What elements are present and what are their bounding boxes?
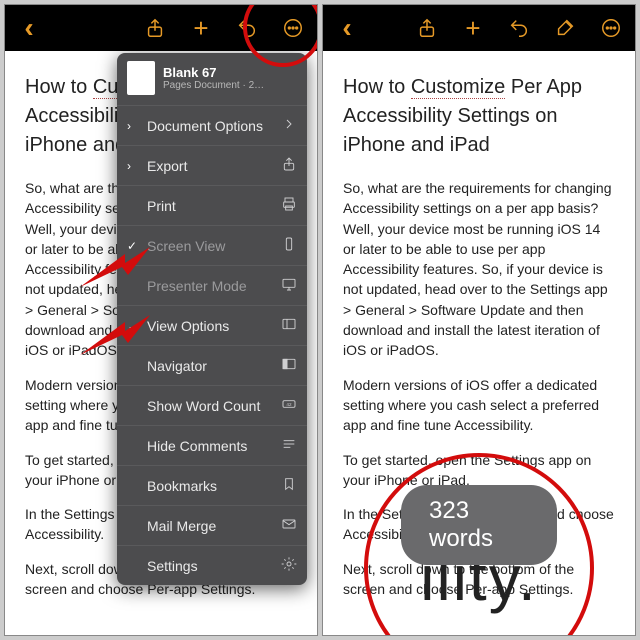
share-icon: [416, 17, 438, 39]
menu-item-label: View Options: [147, 318, 229, 334]
menu-item-view-options[interactable]: ⌄View Options: [117, 305, 307, 345]
panel-icon: [281, 316, 297, 335]
brush-icon: [554, 17, 576, 39]
presenter-icon: [281, 276, 297, 295]
menu-item-label: Export: [147, 158, 187, 174]
bookmark-icon: [281, 476, 297, 495]
menu-item-show-word-count[interactable]: Show Word Count 42: [117, 385, 307, 425]
share-button[interactable]: [141, 14, 169, 42]
more-icon: [600, 17, 622, 39]
svg-text:42: 42: [286, 402, 292, 407]
menu-doc-title: Blank 67: [163, 65, 264, 80]
menu-item-label: Print: [147, 198, 176, 214]
menu-doc-subtitle: Pages Document · 2…: [163, 80, 264, 91]
menu-item-label: Bookmarks: [147, 478, 217, 494]
mail-icon: [281, 516, 297, 535]
menu-item-print[interactable]: Print: [117, 185, 307, 225]
printer-icon: [281, 196, 297, 215]
add-button[interactable]: +: [187, 14, 215, 42]
menu-item-label: Presenter Mode: [147, 278, 247, 294]
menu-item-presenter-mode[interactable]: Presenter Mode: [117, 265, 307, 305]
menu-item-label: Settings: [147, 558, 198, 574]
menu-item-label: Mail Merge: [147, 518, 216, 534]
document-thumbnail: [127, 61, 155, 95]
counter-icon: 42: [281, 396, 297, 415]
menu-item-export[interactable]: ›Export: [117, 145, 307, 185]
more-button[interactable]: [279, 14, 307, 42]
document-menu: Blank 67 Pages Document · 2… ›Document O…: [117, 53, 307, 585]
undo-icon: [508, 17, 530, 39]
toolbar: ‹ +: [5, 5, 317, 51]
back-button[interactable]: ‹: [333, 14, 361, 42]
right-screenshot: ‹ + How to Customize Per App Accessibili…: [322, 4, 636, 636]
menu-item-label: Navigator: [147, 358, 207, 374]
undo-icon: [236, 17, 258, 39]
menu-item-bookmarks[interactable]: Bookmarks: [117, 465, 307, 505]
menu-item-settings[interactable]: Settings: [117, 545, 307, 585]
menu-item-document-options[interactable]: ›Document Options: [117, 105, 307, 145]
word-count-pill[interactable]: 323 words: [401, 485, 557, 565]
comments-icon: [281, 436, 297, 455]
toolbar: ‹ +: [323, 5, 635, 51]
more-button[interactable]: [597, 14, 625, 42]
menu-item-navigator[interactable]: Navigator: [117, 345, 307, 385]
phone-icon: [281, 236, 297, 255]
menu-item-label: Document Options: [147, 118, 263, 134]
add-button[interactable]: +: [459, 14, 487, 42]
menu-header: Blank 67 Pages Document · 2…: [117, 53, 307, 105]
share-icon: [144, 17, 166, 39]
paragraph: So, what are the requirements for changi…: [343, 178, 615, 361]
panel-split-icon: [281, 356, 297, 375]
menu-item-label: Screen View: [147, 238, 225, 254]
more-icon: [282, 17, 304, 39]
share-button[interactable]: [413, 14, 441, 42]
page-title: How to Customize Per App Accessibility S…: [343, 73, 615, 160]
undo-button[interactable]: [233, 14, 261, 42]
chevron-icon: [281, 116, 297, 135]
back-button[interactable]: ‹: [15, 14, 43, 42]
menu-item-label: Hide Comments: [147, 438, 247, 454]
paragraph: Modern versions of iOS offer a dedicated…: [343, 375, 615, 436]
undo-button[interactable]: [505, 14, 533, 42]
menu-item-hide-comments[interactable]: Hide Comments: [117, 425, 307, 465]
gear-icon: [281, 556, 297, 575]
menu-item-mail-merge[interactable]: Mail Merge: [117, 505, 307, 545]
menu-item-label: Show Word Count: [147, 398, 260, 414]
format-button[interactable]: [551, 14, 579, 42]
left-screenshot: ‹ + How to Customize Per App Accessibili…: [4, 4, 318, 636]
menu-item-screen-view[interactable]: ✓Screen View: [117, 225, 307, 265]
share-icon: [281, 156, 297, 175]
